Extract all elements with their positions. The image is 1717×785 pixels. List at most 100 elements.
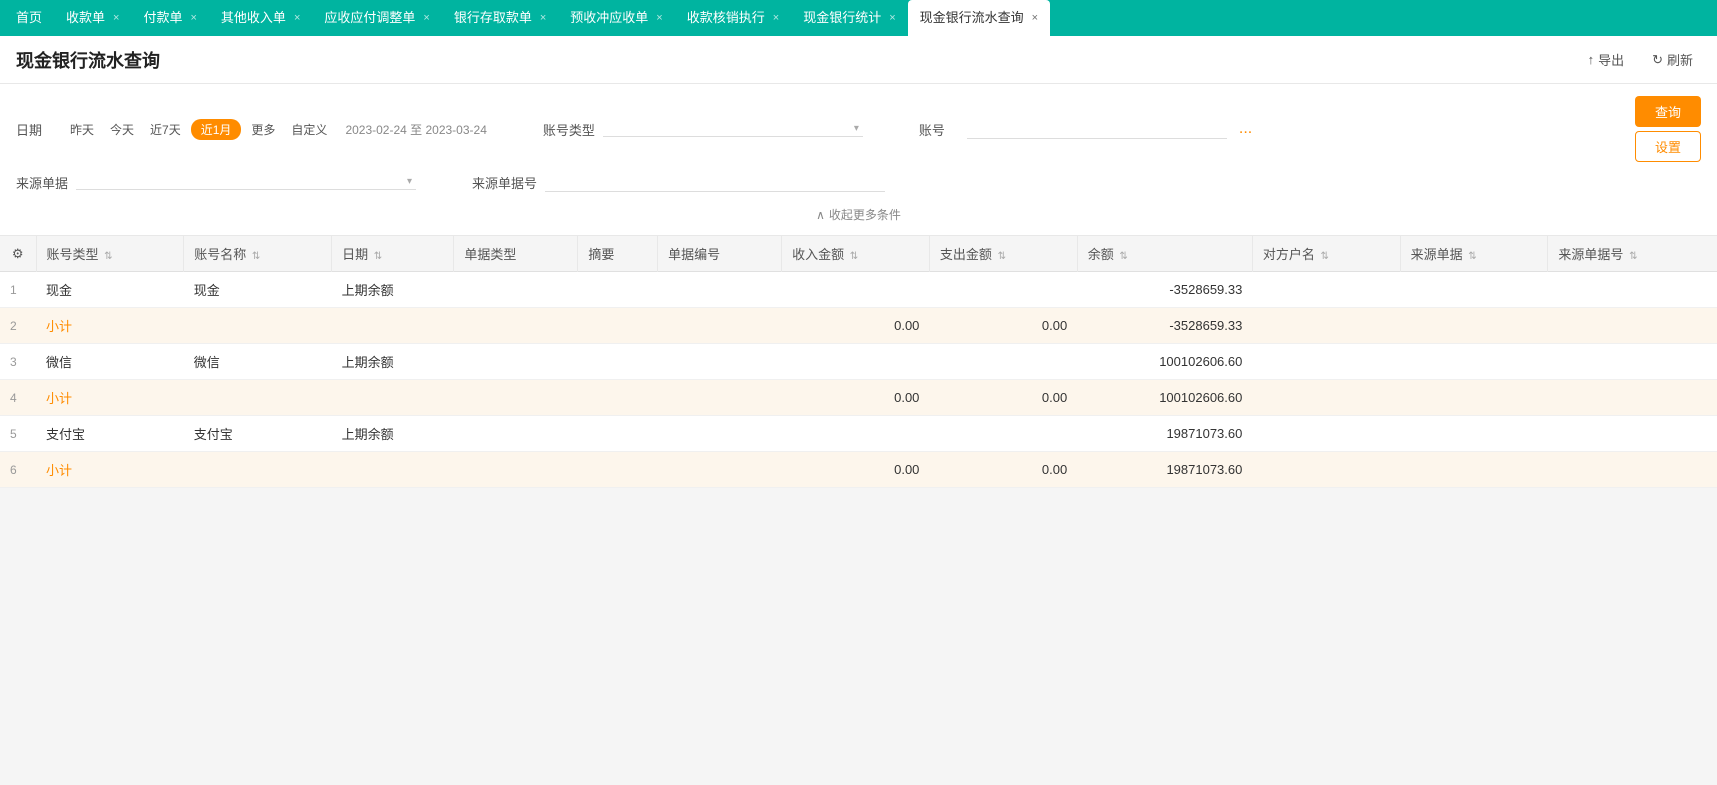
cell-summary: [578, 380, 658, 416]
cell-num: 1: [0, 272, 36, 308]
cell-income: 0.00: [782, 452, 930, 488]
cell-source-doc: [1400, 380, 1548, 416]
date-btn-custom[interactable]: 自定义: [285, 119, 333, 140]
table-row[interactable]: 2小计0.000.00-3528659.33: [0, 308, 1717, 344]
table-row[interactable]: 5支付宝支付宝上期余额19871073.60: [0, 416, 1717, 452]
collapse-label: 收起更多条件: [829, 206, 901, 223]
account-input[interactable]: [967, 119, 1227, 139]
cell-income: [782, 416, 930, 452]
cell-date: 上期余额: [332, 272, 454, 308]
nav-tab-6[interactable]: 收款核销执行 ×: [675, 0, 791, 36]
account-dots-button[interactable]: ...: [1235, 120, 1256, 138]
close-icon[interactable]: ×: [294, 0, 300, 36]
cell-account-type: 支付宝: [36, 416, 184, 452]
table-row[interactable]: 6小计0.000.0019871073.60: [0, 452, 1717, 488]
account-label: 账号: [919, 120, 959, 139]
table-row[interactable]: 4小计0.000.00100102606.60: [0, 380, 1717, 416]
refresh-button[interactable]: ↻ 刷新: [1644, 46, 1701, 73]
close-icon[interactable]: ×: [889, 0, 895, 36]
close-icon[interactable]: ×: [540, 0, 546, 36]
cell-source-doc-no: [1548, 308, 1717, 344]
close-icon[interactable]: ×: [190, 0, 196, 36]
th-expense[interactable]: 支出金额 ⇅: [929, 236, 1077, 272]
th-settings[interactable]: ⚙: [0, 236, 36, 272]
sort-icon: ⇅: [1629, 251, 1637, 262]
sort-icon: ⇅: [998, 251, 1006, 262]
cell-income: 0.00: [782, 308, 930, 344]
close-icon[interactable]: ×: [656, 0, 662, 36]
cell-account-name: 微信: [184, 344, 332, 380]
table-container: ⚙ 账号类型 ⇅ 账号名称 ⇅ 日期 ⇅ 单据类型 摘要: [0, 236, 1717, 488]
cell-income: [782, 272, 930, 308]
source-doc-select[interactable]: ▾: [76, 174, 416, 190]
th-account-name[interactable]: 账号名称 ⇅: [184, 236, 332, 272]
nav-tab-5[interactable]: 预收冲应收单 ×: [558, 0, 674, 36]
sort-icon: ⇅: [1468, 251, 1476, 262]
th-income[interactable]: 收入金额 ⇅: [782, 236, 930, 272]
th-doc-no[interactable]: 单据编号: [658, 236, 782, 272]
cell-expense: [929, 272, 1077, 308]
query-button[interactable]: 查询: [1635, 96, 1701, 127]
cell-income: [782, 344, 930, 380]
filter-area: 日期 昨天 今天 近7天 近1月 更多 自定义 2023-02-24 至 202…: [0, 84, 1717, 236]
cell-balance: 19871073.60: [1077, 416, 1252, 452]
date-btn-today[interactable]: 今天: [104, 119, 140, 140]
cell-summary: [578, 452, 658, 488]
cell-doc-type: [454, 416, 578, 452]
date-btn-yesterday[interactable]: 昨天: [64, 119, 100, 140]
cell-source-doc: [1400, 308, 1548, 344]
top-nav: 首页 收款单 × 付款单 × 其他收入单 × 应收应付调整单 × 银行存取款单 …: [0, 0, 1717, 36]
source-doc-no-input[interactable]: [545, 172, 885, 192]
th-summary[interactable]: 摘要: [578, 236, 658, 272]
cell-summary: [578, 272, 658, 308]
nav-tab-2[interactable]: 其他收入单 ×: [209, 0, 312, 36]
sort-icon: ⇅: [1321, 251, 1329, 262]
nav-tab-8[interactable]: 现金银行流水查询 ×: [908, 0, 1050, 36]
date-btn-1month[interactable]: 近1月: [191, 119, 242, 140]
sort-icon: ⇅: [252, 251, 260, 262]
date-shortcuts: 昨天 今天 近7天 近1月 更多 自定义: [64, 119, 333, 140]
cell-summary: [578, 308, 658, 344]
cell-num: 4: [0, 380, 36, 416]
nav-tab-4[interactable]: 银行存取款单 ×: [442, 0, 558, 36]
cell-income: 0.00: [782, 380, 930, 416]
account-type-select[interactable]: ▾: [603, 121, 863, 137]
th-date[interactable]: 日期 ⇅: [332, 236, 454, 272]
close-icon[interactable]: ×: [1032, 0, 1038, 36]
nav-tab-3[interactable]: 应收应付调整单 ×: [312, 0, 441, 36]
close-icon[interactable]: ×: [773, 0, 779, 36]
cell-source-doc-no: [1548, 380, 1717, 416]
th-source-doc-no[interactable]: 来源单据号 ⇅: [1548, 236, 1717, 272]
gear-icon: ⚙: [12, 246, 24, 261]
export-button[interactable]: ↑ 导出: [1580, 46, 1633, 73]
nav-tab-7[interactable]: 现金银行统计 ×: [791, 0, 907, 36]
cell-expense: 0.00: [929, 380, 1077, 416]
cell-source-doc: [1400, 416, 1548, 452]
collapse-bar[interactable]: ∧ 收起更多条件: [16, 202, 1701, 227]
cell-account-name: 现金: [184, 272, 332, 308]
export-icon: ↑: [1588, 52, 1595, 67]
cell-expense: [929, 416, 1077, 452]
cell-expense: 0.00: [929, 452, 1077, 488]
th-balance[interactable]: 余额 ⇅: [1077, 236, 1252, 272]
th-doc-type[interactable]: 单据类型: [454, 236, 578, 272]
nav-tab-0[interactable]: 收款单 ×: [54, 0, 131, 36]
th-source-doc[interactable]: 来源单据 ⇅: [1400, 236, 1548, 272]
nav-home[interactable]: 首页: [4, 0, 54, 36]
account-type-filter-group: 账号类型 ▾: [543, 120, 863, 139]
sort-icon: ⇅: [374, 251, 382, 262]
th-counterparty[interactable]: 对方户名 ⇅: [1252, 236, 1400, 272]
cell-date: 上期余额: [332, 416, 454, 452]
table-row[interactable]: 1现金现金上期余额-3528659.33: [0, 272, 1717, 308]
date-btn-more[interactable]: 更多: [245, 119, 281, 140]
close-icon[interactable]: ×: [423, 0, 429, 36]
cell-source-doc-no: [1548, 416, 1717, 452]
date-btn-7days[interactable]: 近7天: [144, 119, 187, 140]
close-icon[interactable]: ×: [113, 0, 119, 36]
cell-doc-type: [454, 272, 578, 308]
settings-button[interactable]: 设置: [1635, 131, 1701, 162]
source-doc-label: 来源单据: [16, 173, 68, 192]
table-row[interactable]: 3微信微信上期余额100102606.60: [0, 344, 1717, 380]
nav-tab-1[interactable]: 付款单 ×: [131, 0, 208, 36]
th-account-type[interactable]: 账号类型 ⇅: [36, 236, 184, 272]
